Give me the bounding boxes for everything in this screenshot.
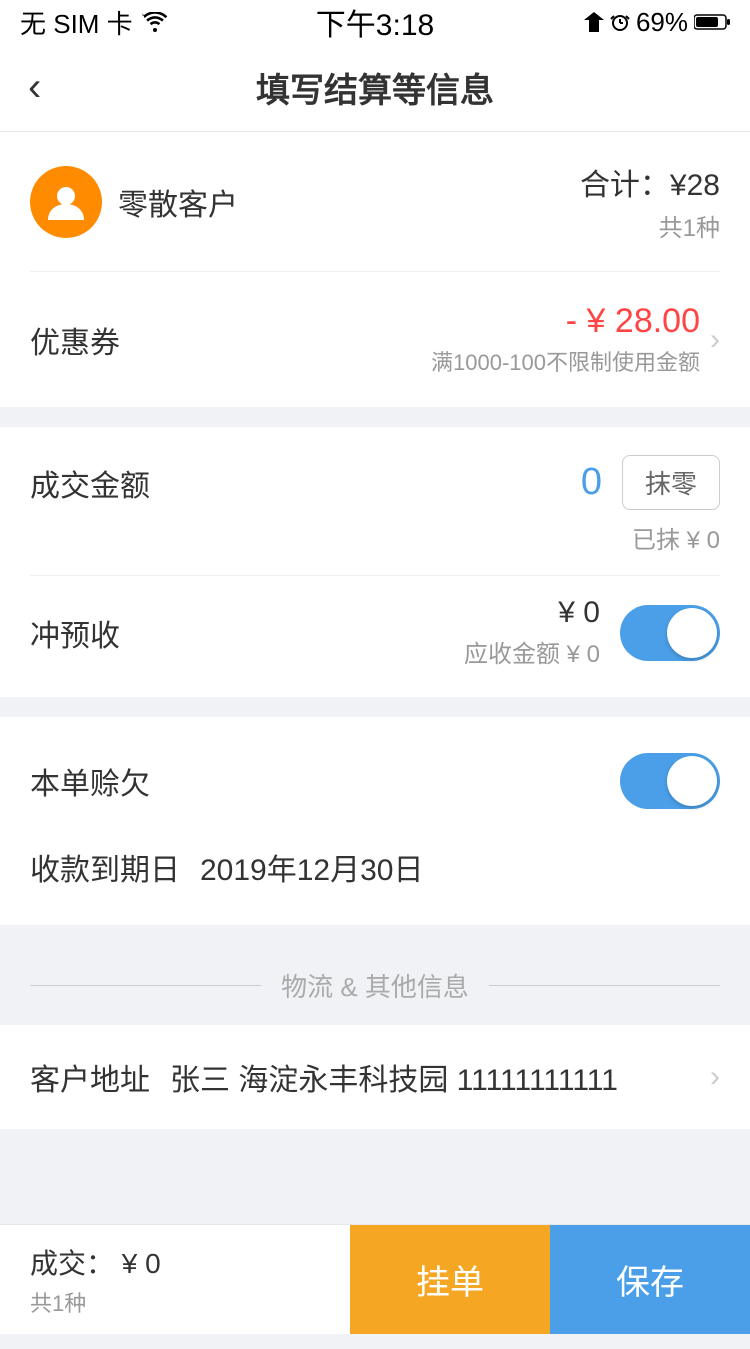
status-bar: 无 SIM 卡 下午3:18 69% (0, 0, 750, 44)
address-row[interactable]: 客户地址 张三 海淀永丰科技园 11111111111 › (0, 1025, 750, 1129)
prepay-label: 冲预收 (30, 611, 120, 655)
bottom-deal-text: 成交： ¥ 0 (30, 1242, 320, 1282)
divider-line-right (489, 985, 720, 986)
status-right: 69% (584, 7, 730, 38)
address-label: 客户地址 (30, 1055, 150, 1099)
debt-toggle[interactable] (620, 753, 720, 809)
total-count: 共1种 (580, 208, 720, 243)
wifi-icon (141, 12, 169, 32)
coupon-desc: 满1000-100不限制使用金额 (431, 345, 700, 377)
address-chevron-icon: › (710, 1060, 720, 1094)
toggle-knob (667, 608, 717, 658)
bottom-summary: 成交： ¥ 0 共1种 (0, 1242, 350, 1318)
bottom-count: 共1种 (30, 1286, 320, 1318)
coupon-value-area: - ¥ 28.00 满1000-100不限制使用金额 (431, 302, 700, 377)
hold-button[interactable]: 挂单 (350, 1225, 550, 1334)
customer-row: 零散客户 合计：¥28 共1种 (0, 132, 750, 271)
chevron-right-icon: › (710, 323, 720, 357)
logistics-divider: 物流 & 其他信息 (0, 945, 750, 1025)
transaction-value: 0 (581, 461, 602, 504)
transaction-right: 0 抹零 (581, 455, 720, 510)
coupon-amount: - ¥ 28.00 (431, 302, 700, 341)
customer-total: 合计：¥28 共1种 (580, 160, 720, 243)
alarm-icon (610, 12, 630, 32)
save-button[interactable]: 保存 (550, 1225, 750, 1334)
total-amount: 合计：¥28 (580, 160, 720, 204)
prepay-amount-area: ¥ 0 应收金额 ¥ 0 (464, 596, 600, 669)
bottom-bar: 成交： ¥ 0 共1种 挂单 保存 (0, 1224, 750, 1334)
divider-line-left (30, 985, 261, 986)
bottom-actions: 挂单 保存 (350, 1225, 750, 1334)
transaction-section: 成交金额 0 抹零 已抹 ¥ 0 冲预收 ¥ 0 应收金额 ¥ 0 (0, 427, 750, 697)
deal-label: 成交： (30, 1248, 114, 1279)
carrier-text: 无 SIM 卡 (20, 4, 133, 41)
status-left: 无 SIM 卡 (20, 4, 169, 41)
coupon-row[interactable]: 优惠券 - ¥ 28.00 满1000-100不限制使用金额 › (0, 272, 750, 407)
address-value: 张三 海淀永丰科技园 11111111111 (170, 1055, 710, 1099)
location-icon (584, 12, 604, 32)
toggle-knob-2 (667, 756, 717, 806)
address-section: 客户地址 张三 海淀永丰科技园 11111111111 › (0, 1025, 750, 1129)
already-rounded-text: 已抹 ¥ 0 (0, 520, 750, 575)
duedate-row: 收款到期日 2019年12月30日 (0, 845, 750, 925)
prepay-receivable: 应收金额 ¥ 0 (464, 634, 600, 669)
duedate-value: 2019年12月30日 (200, 845, 423, 889)
round-off-button[interactable]: 抹零 (622, 455, 720, 510)
person-icon (44, 180, 88, 224)
prepay-amount: ¥ 0 (464, 596, 600, 630)
status-time: 下午3:18 (316, 0, 434, 44)
logistics-text: 物流 & 其他信息 (281, 967, 469, 1004)
customer-name: 零散客户 (118, 180, 238, 224)
transaction-row: 成交金额 0 抹零 (0, 427, 750, 520)
nav-bar: ‹ 填写结算等信息 (0, 44, 750, 132)
customer-section: 零散客户 合计：¥28 共1种 优惠券 - ¥ 28.00 满1000-100不… (0, 132, 750, 407)
debt-label: 本单赊欠 (30, 759, 150, 803)
debt-row: 本单赊欠 (0, 717, 750, 845)
coupon-label: 优惠券 (30, 318, 120, 362)
customer-info: 零散客户 (30, 166, 238, 238)
back-button[interactable]: ‹ (28, 65, 41, 110)
logistics-divider-inner: 物流 & 其他信息 (0, 967, 750, 1004)
page-title: 填写结算等信息 (256, 63, 494, 112)
prepay-toggle[interactable] (620, 605, 720, 661)
deal-amount: ¥ 0 (122, 1248, 161, 1279)
avatar (30, 166, 102, 238)
transaction-label: 成交金额 (30, 461, 150, 505)
battery-icon (694, 13, 730, 31)
prepay-row: 冲预收 ¥ 0 应收金额 ¥ 0 (0, 576, 750, 697)
coupon-right: - ¥ 28.00 满1000-100不限制使用金额 › (431, 302, 720, 377)
prepay-right: ¥ 0 应收金额 ¥ 0 (464, 596, 720, 669)
duedate-label: 收款到期日 (30, 845, 180, 889)
debt-section: 本单赊欠 收款到期日 2019年12月30日 (0, 717, 750, 925)
battery-text: 69% (636, 7, 688, 38)
